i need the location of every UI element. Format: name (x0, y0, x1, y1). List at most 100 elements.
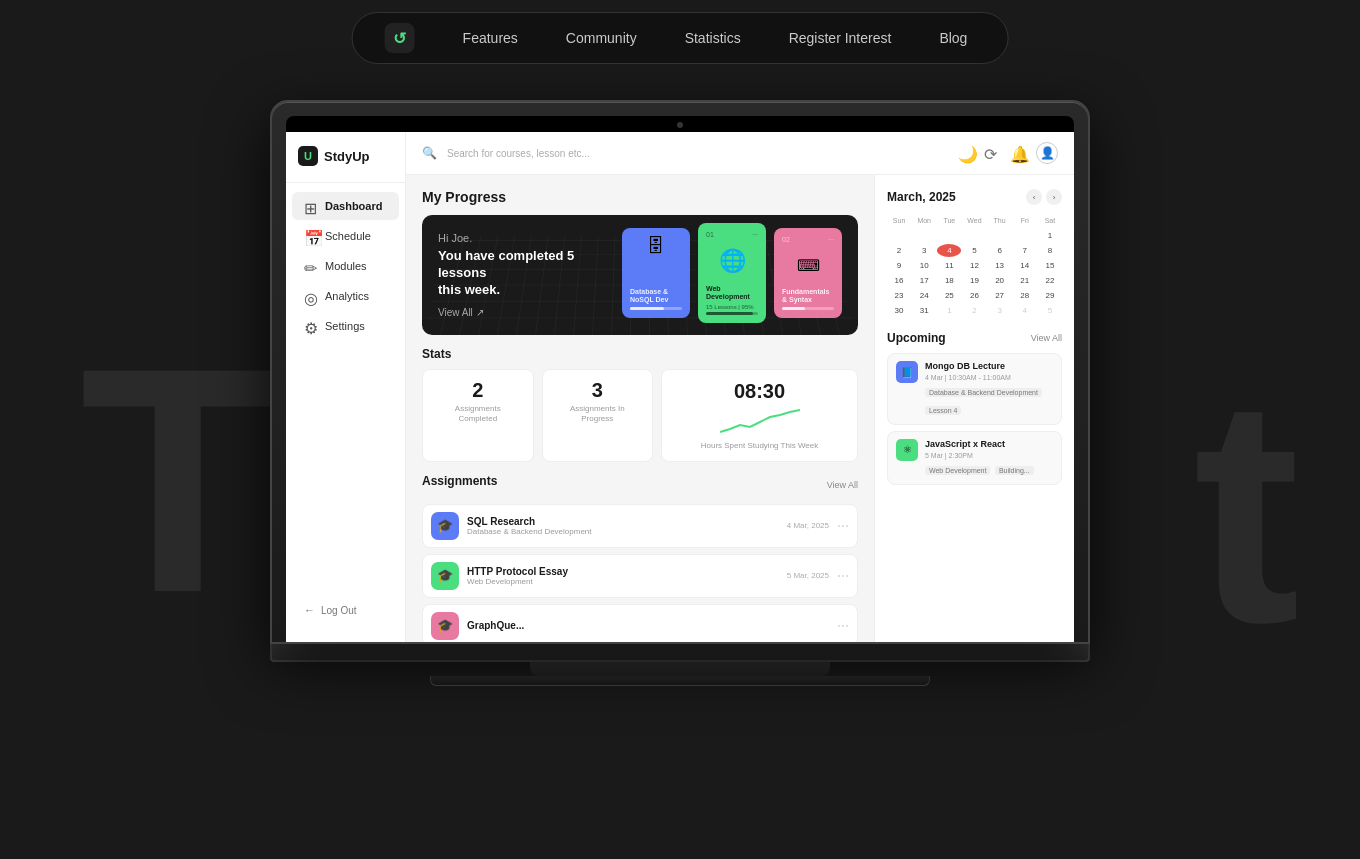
cal-cell[interactable] (937, 229, 961, 242)
upcoming-mongo: 📘 Mongo DB Lecture 4 Mar | 10:30AM - 11:… (887, 353, 1062, 425)
course-card-database: 🗄 Database & NoSQL Dev (622, 228, 690, 318)
cal-cell-23[interactable]: 23 (887, 289, 911, 302)
navbar: ↺ Features Community Statistics Register… (352, 12, 1009, 64)
cal-cell-30[interactable]: 30 (887, 304, 911, 317)
assignment-graphql-name: GraphQue... (467, 620, 829, 631)
sidebar-modules-label: Modules (325, 260, 367, 272)
cal-cell-12[interactable]: 12 (962, 259, 986, 272)
assignments-view-all[interactable]: View All (827, 480, 858, 490)
upcoming-mongo-meta: 4 Mar | 10:30AM - 11:00AM (925, 374, 1053, 381)
cal-cell-16[interactable]: 16 (887, 274, 911, 287)
card-webdev-num: 01 (706, 231, 714, 238)
cal-cell-3[interactable]: 3 (912, 244, 936, 257)
cal-cell[interactable] (1013, 229, 1037, 242)
cal-cell[interactable]: 4 (1013, 304, 1037, 317)
cal-cell-25[interactable]: 25 (937, 289, 961, 302)
moon-icon[interactable]: 🌙 (958, 145, 974, 161)
cal-cell-24[interactable]: 24 (912, 289, 936, 302)
cal-cell-7[interactable]: 7 (1013, 244, 1037, 257)
sidebar-logout[interactable]: ← Log Out (292, 596, 399, 624)
laptop-outer: U StdyUp ⊞ Dashboard 📅 Schedule ✏ Module… (270, 100, 1090, 644)
cal-cell-17[interactable]: 17 (912, 274, 936, 287)
sidebar-item-dashboard[interactable]: ⊞ Dashboard (292, 192, 399, 220)
assignment-graphql-info: GraphQue... (467, 620, 829, 631)
nav-features[interactable]: Features (455, 26, 526, 50)
cal-cell-31[interactable]: 31 (912, 304, 936, 317)
laptop-stand (530, 662, 830, 676)
nav-register[interactable]: Register Interest (781, 26, 900, 50)
upcoming-header: Upcoming View All (887, 331, 1062, 345)
upcoming-mongo-info: Mongo DB Lecture 4 Mar | 10:30AM - 11:00… (925, 361, 1053, 417)
sidebar-item-analytics[interactable]: ◎ Analytics (292, 282, 399, 310)
progress-banner: Hi Joe. You have completed 5 lessons thi… (422, 215, 858, 335)
cal-cell[interactable] (887, 229, 911, 242)
banner-view-all[interactable]: View All ↗ (438, 307, 622, 318)
settings-icon: ⚙ (304, 319, 318, 333)
cal-cell-14[interactable]: 14 (1013, 259, 1037, 272)
course-card-fundamentals: 02 ··· ⌨ Fundamentals & Syntax (774, 228, 842, 318)
camera-dot (677, 122, 683, 128)
bell-icon[interactable]: 🔔 (1010, 145, 1026, 161)
laptop-mockup: U StdyUp ⊞ Dashboard 📅 Schedule ✏ Module… (270, 100, 1090, 686)
topbar: 🔍 Search for courses, lesson etc... 🌙 ⟳ … (406, 132, 1074, 175)
card-fundamentals-num: 02 (782, 236, 790, 243)
cal-cell-4-today[interactable]: 4 (937, 244, 961, 257)
avatar[interactable]: 👤 (1036, 142, 1058, 164)
cal-cell-21[interactable]: 21 (1013, 274, 1037, 287)
sidebar-item-schedule[interactable]: 📅 Schedule (292, 222, 399, 250)
sidebar-item-modules[interactable]: ✏ Modules (292, 252, 399, 280)
cal-cell-5[interactable]: 5 (962, 244, 986, 257)
nav-blog[interactable]: Blog (931, 26, 975, 50)
stat-inprogress-num: 3 (555, 380, 641, 400)
cal-cell[interactable] (988, 229, 1012, 242)
assignment-graphql: 🎓 GraphQue... ⋯ (422, 604, 858, 642)
upcoming-jsreact-info: JavaScript x React 5 Mar | 2:30PM Web De… (925, 439, 1034, 477)
assignment-http-sub: Web Development (467, 577, 779, 586)
cal-cell-20[interactable]: 20 (988, 274, 1012, 287)
assignment-graphql-menu[interactable]: ⋯ (837, 619, 849, 633)
sidebar-brand-name: StdyUp (324, 149, 370, 164)
cal-cell-8[interactable]: 8 (1038, 244, 1062, 257)
assignment-http-name: HTTP Protocol Essay (467, 566, 779, 577)
laptop-base (430, 676, 930, 686)
cal-cell[interactable]: 1 (937, 304, 961, 317)
cal-cell-10[interactable]: 10 (912, 259, 936, 272)
cal-cell[interactable]: 3 (988, 304, 1012, 317)
cal-cell-9[interactable]: 9 (887, 259, 911, 272)
calendar-next[interactable]: › (1046, 189, 1062, 205)
upcoming-jsreact-meta: 5 Mar | 2:30PM (925, 452, 1034, 459)
calendar-prev[interactable]: ‹ (1026, 189, 1042, 205)
cal-cell-26[interactable]: 26 (962, 289, 986, 302)
cal-cell-1[interactable]: 1 (1038, 229, 1062, 242)
cal-cell[interactable]: 5 (1038, 304, 1062, 317)
cal-cell[interactable]: 2 (962, 304, 986, 317)
laptop-bottom (270, 644, 1090, 662)
cal-cell-6[interactable]: 6 (988, 244, 1012, 257)
search-icon: 🔍 (422, 146, 437, 160)
cal-cell-11[interactable]: 11 (937, 259, 961, 272)
cal-cell-15[interactable]: 15 (1038, 259, 1062, 272)
rotate-icon[interactable]: ⟳ (984, 145, 1000, 161)
search-input[interactable]: Search for courses, lesson etc... (447, 148, 948, 159)
cal-cell-19[interactable]: 19 (962, 274, 986, 287)
cal-cell-2[interactable]: 2 (887, 244, 911, 257)
stat-inprogress: 3 Assignments In Progress (542, 369, 654, 462)
cal-cell-27[interactable]: 27 (988, 289, 1012, 302)
cal-cell-28[interactable]: 28 (1013, 289, 1037, 302)
assignment-graphql-icon: 🎓 (431, 612, 459, 640)
cal-cell-13[interactable]: 13 (988, 259, 1012, 272)
cal-cell[interactable] (962, 229, 986, 242)
assignment-sql-menu[interactable]: ⋯ (837, 519, 849, 533)
stat-hours-time: 08:30 (734, 380, 785, 403)
nav-community[interactable]: Community (558, 26, 645, 50)
cal-cell-22[interactable]: 22 (1038, 274, 1062, 287)
cal-cell-29[interactable]: 29 (1038, 289, 1062, 302)
sidebar-item-settings[interactable]: ⚙ Settings (292, 312, 399, 340)
nav-statistics[interactable]: Statistics (677, 26, 749, 50)
cal-cell-18[interactable]: 18 (937, 274, 961, 287)
assignment-http-menu[interactable]: ⋯ (837, 569, 849, 583)
cal-cell[interactable] (912, 229, 936, 242)
sidebar-schedule-label: Schedule (325, 230, 371, 242)
upcoming-view-all[interactable]: View All (1031, 333, 1062, 343)
card-database-title: Database & NoSQL Dev (630, 288, 682, 305)
